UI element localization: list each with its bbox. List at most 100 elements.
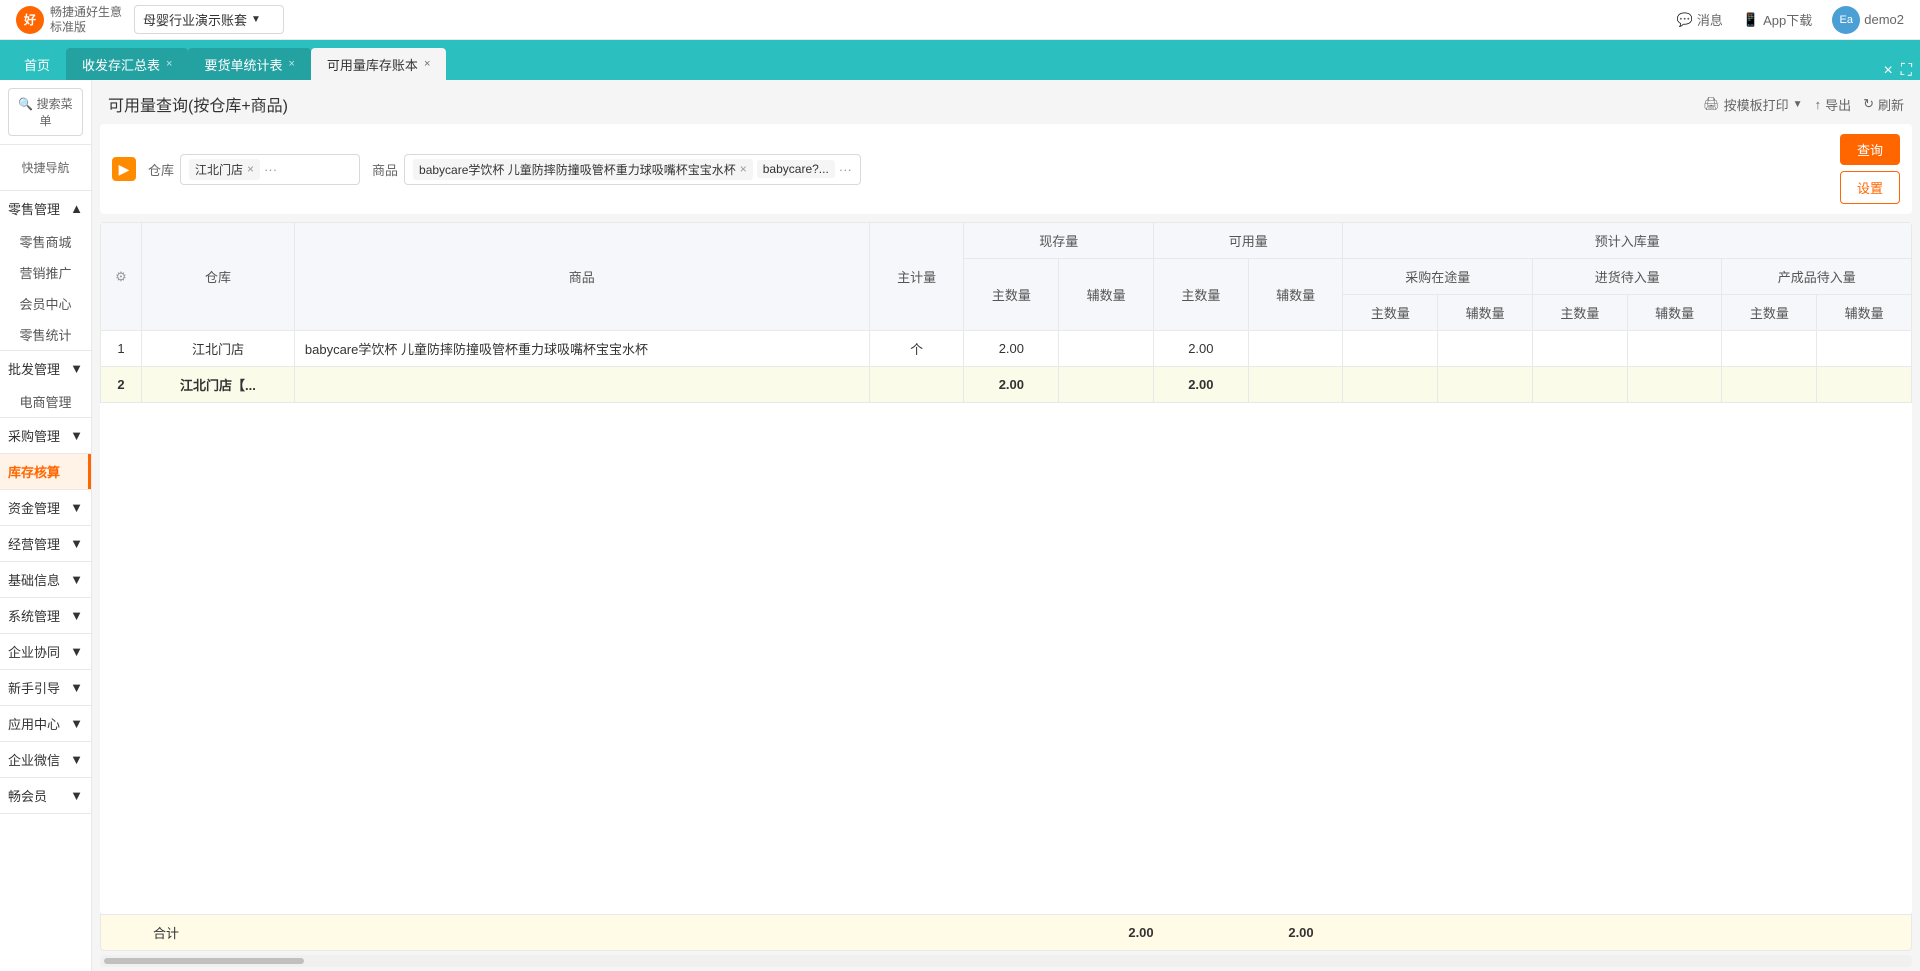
sidebar-section-enterprise-header[interactable]: 企业协同 ▼ (0, 634, 91, 669)
remove-product-tag-1[interactable]: × (740, 162, 747, 176)
query-button[interactable]: 查询 (1840, 134, 1900, 165)
chevron-icon: ▼ (70, 500, 83, 515)
tab-home[interactable]: 首页 (8, 48, 66, 80)
sidebar-search-button[interactable]: 🔍 搜索菜单 (8, 88, 83, 136)
sidebar-search-area: 🔍 搜索菜单 (0, 80, 91, 145)
col-current-stock-header: 现存量 (964, 223, 1154, 259)
col-unit-header: 主计量 (869, 223, 964, 331)
col-warehouse-header: 仓库 (142, 223, 295, 331)
export-btn[interactable]: ↑ 导出 (1815, 95, 1852, 114)
sidebar-section-retail: 零售管理 ▲ 零售商城 营销推广 会员中心 零售统计 (0, 191, 91, 351)
sidebar-section-wechat-header[interactable]: 企业微信 ▼ (0, 742, 91, 777)
print-template-btn[interactable]: 🖨 按模板打印 ▼ (1703, 95, 1802, 114)
message-action[interactable]: 💬 消息 (1677, 10, 1723, 29)
scroll-thumb[interactable] (104, 958, 304, 964)
table-row: 1 江北门店 babycare学饮杯 儿童防摔防撞吸管杯重力球吸嘴杯宝宝水杯 个… (101, 331, 1912, 367)
row-1-purchase-aux (1438, 331, 1533, 367)
table-container: ⚙ 仓库 商品 主计量 现存量 可用量 预计入库量 主数量 辅数量 主数量 辅数… (100, 222, 1912, 914)
settings-button[interactable]: 设置 (1840, 171, 1900, 204)
tab-order-stats[interactable]: 要货单统计表 × (188, 48, 310, 80)
row-1-available-aux (1248, 331, 1343, 367)
sidebar-quick-nav-item[interactable]: 快捷导航 (0, 153, 91, 182)
col-current-main-qty-header: 主数量 (964, 259, 1059, 331)
col-available-main-qty-header: 主数量 (1153, 259, 1248, 331)
filter-expand-button[interactable]: ▶ (112, 157, 136, 181)
close-tab-receive-summary[interactable]: × (166, 58, 172, 70)
product-tag-1: babycare学饮杯 儿童防摔防撞吸管杯重力球吸嘴杯宝宝水杯 × (413, 159, 753, 180)
sidebar-section-retail-header[interactable]: 零售管理 ▲ (0, 191, 91, 226)
chevron-down-icon: ▼ (1793, 99, 1803, 110)
row-1-current-main: 2.00 (964, 331, 1059, 367)
sidebar-section-purchase-header[interactable]: 采购管理 ▼ (0, 418, 91, 453)
col-product-header: 商品 (294, 223, 869, 331)
subtotal-production-aux (1817, 367, 1912, 403)
sidebar-quick-nav: 快捷导航 (0, 145, 91, 191)
product-field[interactable]: babycare学饮杯 儿童防摔防撞吸管杯重力球吸嘴杯宝宝水杯 × babyca… (404, 154, 861, 185)
page-header: 可用量查询(按仓库+商品) 🖨 按模板打印 ▼ ↑ 导出 ↻ 刷新 (92, 80, 1920, 124)
subtotal-available-main: 2.00 (1153, 367, 1248, 403)
row-1-index: 1 (101, 331, 142, 367)
chevron-icon: ▼ (70, 361, 83, 376)
sidebar-section-basic-header[interactable]: 基础信息 ▼ (0, 562, 91, 597)
row-1-purchase-main (1343, 331, 1438, 367)
subtotal-row: 2 江北门店【... 2.00 2.00 (101, 367, 1912, 403)
sidebar-item-ecommerce[interactable]: 电商管理 (0, 386, 91, 417)
logo-text: 畅捷通好生意 标准版 (50, 5, 122, 34)
sidebar-section-system-header[interactable]: 系统管理 ▼ (0, 598, 91, 633)
product-tag-2: babycare?... (757, 160, 835, 178)
sidebar-section-appcenter-header[interactable]: 应用中心 ▼ (0, 706, 91, 741)
row-1-available-main: 2.00 (1153, 331, 1248, 367)
warehouse-field[interactable]: 江北门店 × ··· (180, 154, 360, 185)
top-bar-left: 好 畅捷通好生意 标准版 母婴行业演示账套 ▼ (16, 5, 284, 34)
col-available-aux-qty-header: 辅数量 (1248, 259, 1343, 331)
filter-bar: ▶ 仓库 江北门店 × ··· 商品 babycare学饮杯 儿童防摔防撞吸管杯… (100, 124, 1912, 214)
horizontal-scrollbar[interactable] (100, 955, 1912, 967)
close-tab-order-stats[interactable]: × (288, 58, 294, 70)
product-field-ellipsis[interactable]: ··· (839, 162, 852, 177)
message-icon: 💬 (1677, 12, 1693, 28)
sidebar-section-member-header[interactable]: 畅会员 ▼ (0, 778, 91, 813)
sidebar-item-members[interactable]: 会员中心 (0, 288, 91, 319)
chevron-down-icon: ▼ (251, 14, 261, 25)
sidebar-section-inventory-header[interactable]: 库存核算 (0, 454, 91, 489)
tab-bar: 首页 收发存汇总表 × 要货单统计表 × 可用量库存账本 × × ⛶ (0, 40, 1920, 80)
col-purchase-aux-header: 辅数量 (1438, 295, 1533, 331)
sidebar-section-operations-header[interactable]: 经营管理 ▼ (0, 526, 91, 561)
sidebar-section-newbie-header[interactable]: 新手引导 ▼ (0, 670, 91, 705)
subtotal-inbound-aux (1627, 367, 1722, 403)
subtotal-available-aux (1248, 367, 1343, 403)
col-production-main-header: 主数量 (1722, 295, 1817, 331)
sidebar-item-marketing[interactable]: 营销推广 (0, 257, 91, 288)
user-profile[interactable]: Ea demo2 (1832, 6, 1904, 34)
sidebar-section-wholesale: 批发管理 ▼ 电商管理 (0, 351, 91, 418)
sidebar: 🔍 搜索菜单 快捷导航 零售管理 ▲ 零售商城 营销推广 会员中心 零售统计 批… (0, 80, 92, 971)
search-icon: 🔍 (18, 97, 33, 111)
sidebar-section-system: 系统管理 ▼ (0, 598, 91, 634)
chevron-icon: ▼ (70, 716, 83, 731)
remove-warehouse-tag[interactable]: × (247, 162, 254, 176)
subtotal-inbound-main (1532, 367, 1627, 403)
warehouse-field-ellipsis[interactable]: ··· (264, 162, 277, 177)
col-available-header: 可用量 (1153, 223, 1343, 259)
sidebar-item-retail-mall[interactable]: 零售商城 (0, 226, 91, 257)
close-all-tabs[interactable]: × (1883, 62, 1892, 80)
refresh-icon: ↻ (1863, 96, 1874, 112)
tab-receive-summary[interactable]: 收发存汇总表 × (66, 48, 188, 80)
maximize-icon[interactable]: ⛶ (1901, 62, 1912, 80)
top-bar-right: 💬 消息 📱 App下载 Ea demo2 (1677, 6, 1904, 34)
subtotal-index: 2 (101, 367, 142, 403)
tab-available-stock[interactable]: 可用量库存账本 × (311, 48, 446, 80)
subtotal-current-aux (1059, 367, 1154, 403)
chevron-icon: ▼ (70, 788, 83, 803)
industry-select[interactable]: 母婴行业演示账套 ▼ (134, 5, 284, 34)
sidebar-section-finance-header[interactable]: 资金管理 ▼ (0, 490, 91, 525)
sidebar-item-retail-stats[interactable]: 零售统计 (0, 319, 91, 350)
refresh-btn[interactable]: ↻ 刷新 (1863, 95, 1904, 114)
row-1-current-aux (1059, 331, 1154, 367)
footer-current-main: 2.00 (1101, 925, 1181, 940)
sidebar-section-wholesale-header[interactable]: 批发管理 ▼ (0, 351, 91, 386)
app-download-action[interactable]: 📱 App下载 (1743, 10, 1812, 29)
close-tab-available-stock[interactable]: × (424, 58, 430, 70)
main-layout: 🔍 搜索菜单 快捷导航 零售管理 ▲ 零售商城 营销推广 会员中心 零售统计 批… (0, 80, 1920, 971)
settings-icon[interactable]: ⚙ (111, 267, 131, 287)
